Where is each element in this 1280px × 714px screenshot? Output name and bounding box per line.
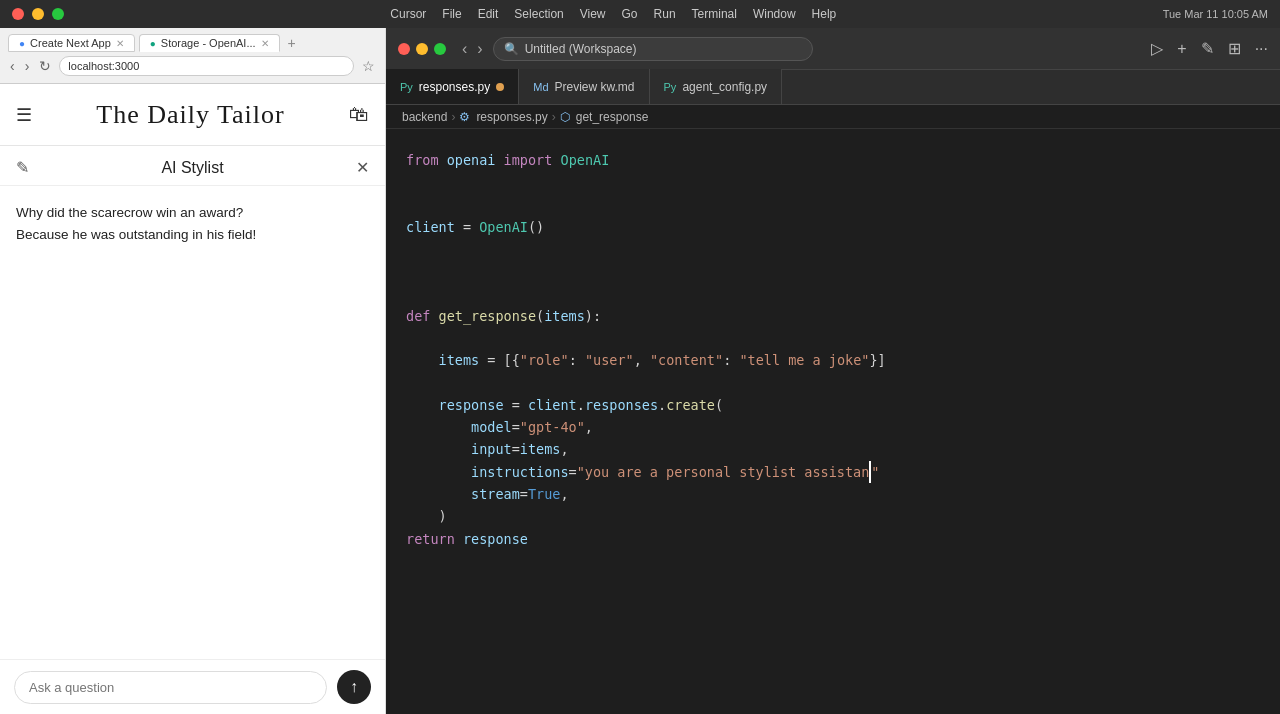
cursor-nav-buttons: ‹ ›: [462, 40, 483, 58]
menu-edit[interactable]: Edit: [478, 7, 499, 21]
cursor-forward-button[interactable]: ›: [477, 40, 482, 58]
hamburger-icon[interactable]: ☰: [16, 104, 32, 126]
cursor-window-chrome: ‹ › 🔍 Untitled (Workspace) ▷ + ✎ ⊞ ···: [386, 28, 1280, 70]
cursor-workspace-label: Untitled (Workspace): [525, 42, 637, 56]
mac-menu-bar: Cursor File Edit Selection View Go Run T…: [0, 0, 1280, 28]
cursor-back-button[interactable]: ‹: [462, 40, 467, 58]
browser-chrome: ● Create Next App ✕ ● Storage - OpenAI..…: [0, 28, 385, 84]
ai-panel-title: AI Stylist: [161, 159, 223, 177]
py-icon: Py: [400, 81, 413, 93]
browser-tab-storage[interactable]: ● Storage - OpenAI... ✕: [139, 34, 280, 52]
forward-button[interactable]: ›: [23, 58, 32, 74]
menu-view[interactable]: View: [580, 7, 606, 21]
browser-tab-bar: ● Create Next App ✕ ● Storage - OpenAI..…: [8, 34, 377, 52]
ai-panel-left-icons: ✎: [16, 158, 29, 177]
cart-icon[interactable]: 🛍: [349, 103, 369, 126]
cursor-right-icons: ▷ + ✎ ⊞ ···: [1151, 39, 1268, 58]
mac-clock: Tue Mar 11 10:05 AM: [1163, 8, 1268, 20]
more-button[interactable]: ···: [1255, 40, 1268, 58]
browser-nav-bar: ‹ › ↻ ☆: [8, 56, 377, 76]
bc-py-icon: ⚙: [459, 110, 470, 124]
ai-send-button[interactable]: ↑: [337, 670, 371, 704]
cursor-tl-yellow[interactable]: [416, 43, 428, 55]
new-tab-button[interactable]: +: [284, 35, 300, 51]
code-content: from openai import OpenAI client = OpenA…: [406, 149, 1280, 550]
bookmark-button[interactable]: ☆: [360, 58, 377, 74]
menu-help[interactable]: Help: [812, 7, 837, 21]
back-button[interactable]: ‹: [8, 58, 17, 74]
traffic-red[interactable]: [12, 8, 24, 20]
storage-favicon: ●: [150, 38, 156, 49]
bc-get-response[interactable]: get_response: [576, 110, 649, 124]
bc-backend[interactable]: backend: [402, 110, 447, 124]
app-header: ☰ The Daily Tailor 🛍: [0, 84, 385, 146]
address-bar[interactable]: [59, 56, 354, 76]
tab-responses-py[interactable]: Py responses.py: [386, 69, 519, 104]
bc-sep-1: ›: [451, 110, 455, 124]
ai-stylist-panel: ✎ AI Stylist ✕ Why did the scarecrow win…: [0, 146, 385, 714]
tab-preview-label: Preview kw.md: [555, 80, 635, 94]
ai-panel-header: ✎ AI Stylist ✕: [0, 146, 385, 186]
left-panel: ● Create Next App ✕ ● Storage - OpenAI..…: [0, 28, 386, 714]
menu-window[interactable]: Window: [753, 7, 796, 21]
tab-responses-label: responses.py: [419, 80, 490, 94]
tab-agent-config-label: agent_config.py: [682, 80, 767, 94]
mac-menu-items: Cursor File Edit Selection View Go Run T…: [72, 7, 1155, 21]
cursor-tl-red[interactable]: [398, 43, 410, 55]
py-icon-2: Py: [664, 81, 677, 93]
breadcrumb: backend › ⚙ responses.py › ⬡ get_respons…: [386, 105, 1280, 129]
menu-selection[interactable]: Selection: [514, 7, 563, 21]
editor-tab-bar: Py responses.py Md Preview kw.md Py agen…: [386, 70, 1280, 105]
menu-file[interactable]: File: [442, 7, 461, 21]
right-panel: ‹ › 🔍 Untitled (Workspace) ▷ + ✎ ⊞ ··· P…: [386, 28, 1280, 714]
menu-cursor[interactable]: Cursor: [390, 7, 426, 21]
reload-button[interactable]: ↻: [37, 58, 53, 74]
app-title: The Daily Tailor: [96, 100, 284, 130]
browser-tab-create-label: Create Next App: [30, 37, 111, 49]
traffic-yellow[interactable]: [32, 8, 44, 20]
menu-terminal[interactable]: Terminal: [692, 7, 737, 21]
bc-sep-2: ›: [552, 110, 556, 124]
bc-responses-py[interactable]: responses.py: [476, 110, 547, 124]
browser-tab-create[interactable]: ● Create Next App ✕: [8, 34, 135, 52]
ai-panel-close-icon[interactable]: ✕: [356, 158, 369, 177]
ai-input-bar: ↑: [0, 659, 385, 714]
menu-go[interactable]: Go: [622, 7, 638, 21]
add-button[interactable]: +: [1177, 40, 1186, 58]
joke-line-2: Because he was outstanding in his field!: [16, 224, 369, 246]
edit-icon[interactable]: ✎: [16, 158, 29, 177]
ai-question-input[interactable]: [14, 671, 327, 704]
bc-fn-icon: ⬡: [560, 110, 570, 124]
cursor-tl-green[interactable]: [434, 43, 446, 55]
tab-agent-config[interactable]: Py agent_config.py: [650, 69, 783, 104]
edit-toolbar-button[interactable]: ✎: [1201, 39, 1214, 58]
code-editor[interactable]: from openai import OpenAI client = OpenA…: [386, 129, 1280, 714]
browser-tab-storage-label: Storage - OpenAI...: [161, 37, 256, 49]
chrome-favicon: ●: [19, 38, 25, 49]
traffic-green[interactable]: [52, 8, 64, 20]
md-icon: Md: [533, 81, 548, 93]
cursor-address-bar[interactable]: 🔍 Untitled (Workspace): [493, 37, 813, 61]
joke-line-1: Why did the scarecrow win an award?: [16, 202, 369, 224]
search-icon: 🔍: [504, 42, 519, 56]
run-button[interactable]: ▷: [1151, 39, 1163, 58]
browser-tab-create-close[interactable]: ✕: [116, 38, 124, 49]
menu-run[interactable]: Run: [654, 7, 676, 21]
browser-tab-storage-close[interactable]: ✕: [261, 38, 269, 49]
layout-button[interactable]: ⊞: [1228, 39, 1241, 58]
modified-dot: [496, 83, 504, 91]
ai-panel-body: Why did the scarecrow win an award? Beca…: [0, 186, 385, 659]
tab-preview-md[interactable]: Md Preview kw.md: [519, 69, 649, 104]
cursor-traffic-lights: [398, 43, 446, 55]
